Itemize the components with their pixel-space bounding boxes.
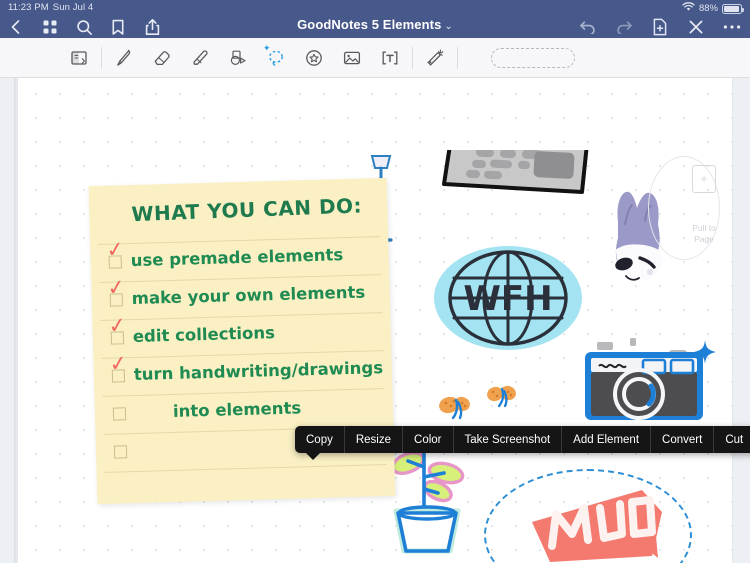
page-canvas[interactable]: WFH bbox=[0, 78, 750, 563]
grid-thumbnails-icon[interactable] bbox=[40, 17, 60, 37]
context-menu-arrow bbox=[305, 452, 321, 460]
redo-icon[interactable] bbox=[614, 17, 634, 37]
status-time: 11:23 PM bbox=[8, 2, 49, 13]
context-add-element[interactable]: Add Element bbox=[562, 426, 651, 453]
sparkle-icon: ✦ bbox=[263, 44, 271, 53]
sticky-note[interactable]: WHAT YOU CAN DO: ✓ use premade elements … bbox=[89, 178, 396, 504]
add-page-icon[interactable] bbox=[650, 17, 670, 37]
tool-toolbar: ✦ bbox=[0, 38, 750, 78]
check-icon: ✓ bbox=[105, 238, 125, 261]
goodnotes-app-window: 11:23 PM Sun Jul 4 88% bbox=[0, 0, 750, 563]
note-item-label: use premade elements bbox=[130, 245, 343, 270]
camera-sticker[interactable] bbox=[581, 336, 709, 434]
context-color[interactable]: Color bbox=[403, 426, 453, 453]
close-icon[interactable] bbox=[686, 17, 706, 37]
highlighter-tool[interactable] bbox=[181, 38, 219, 78]
laptop-sticker[interactable] bbox=[430, 150, 598, 212]
lasso-selection-ellipse[interactable] bbox=[484, 469, 692, 563]
status-bar-left: 11:23 PM Sun Jul 4 bbox=[8, 2, 93, 13]
shapes-tool[interactable] bbox=[219, 38, 257, 78]
checkbox[interactable] bbox=[114, 445, 127, 458]
image-tool[interactable] bbox=[333, 38, 371, 78]
context-resize[interactable]: Resize bbox=[345, 426, 403, 453]
nav-right-icon-group bbox=[578, 17, 742, 37]
wifi-icon bbox=[682, 2, 695, 15]
sparkle-sticker[interactable] bbox=[694, 340, 716, 364]
undo-icon[interactable] bbox=[578, 17, 598, 37]
context-menu: Copy Resize Color Take Screenshot Add El… bbox=[295, 426, 750, 453]
context-copy[interactable]: Copy bbox=[295, 426, 345, 453]
context-convert[interactable]: Convert bbox=[651, 426, 714, 453]
page-title: GoodNotes 5 Elements bbox=[297, 17, 441, 32]
eraser-tool[interactable] bbox=[143, 38, 181, 78]
check-icon: ✓ bbox=[107, 314, 127, 337]
more-options-icon[interactable] bbox=[722, 17, 742, 37]
page-layout-tool[interactable] bbox=[60, 38, 98, 78]
wfh-label: WFH bbox=[463, 279, 552, 319]
butterfly-sticker[interactable] bbox=[486, 384, 520, 412]
butterfly-sticker[interactable] bbox=[438, 394, 476, 424]
note-item-label: edit collections bbox=[133, 323, 276, 346]
notebook-page[interactable]: WFH bbox=[18, 78, 732, 563]
context-cut[interactable]: Cut bbox=[714, 426, 750, 453]
note-item-label: into elements bbox=[173, 398, 302, 421]
elements-tool[interactable] bbox=[295, 38, 333, 78]
bookmark-icon[interactable] bbox=[108, 17, 128, 37]
pen-tool[interactable] bbox=[105, 38, 143, 78]
note-title: WHAT YOU CAN DO: bbox=[131, 193, 363, 226]
context-take-screenshot[interactable]: Take Screenshot bbox=[454, 426, 563, 453]
check-icon: ✓ bbox=[106, 276, 126, 299]
navigation-bar: 11:23 PM Sun Jul 4 88% bbox=[0, 0, 750, 38]
chevron-down-icon[interactable]: ⌄ bbox=[444, 21, 452, 32]
search-icon[interactable] bbox=[74, 17, 94, 37]
wfh-globe-sticker[interactable]: WFH bbox=[432, 244, 584, 352]
text-tool[interactable] bbox=[371, 38, 409, 78]
note-item-label: make your own elements bbox=[132, 283, 366, 309]
magic-wand-tool[interactable] bbox=[416, 38, 454, 78]
selection-placeholder[interactable] bbox=[491, 48, 575, 68]
pull-arc-indicator bbox=[648, 156, 720, 260]
battery-icon bbox=[722, 4, 742, 14]
battery-percent-label: 88% bbox=[699, 3, 718, 14]
nav-left-icon-group bbox=[6, 17, 162, 37]
note-item-label: turn handwriting/drawings bbox=[134, 358, 384, 384]
checkbox[interactable] bbox=[113, 407, 126, 420]
lasso-tool[interactable]: ✦ bbox=[257, 38, 295, 78]
status-date: Sun Jul 4 bbox=[53, 2, 94, 13]
back-icon[interactable] bbox=[6, 17, 26, 37]
share-icon[interactable] bbox=[142, 17, 162, 37]
status-bar-right: 88% bbox=[682, 2, 742, 15]
check-icon: ✓ bbox=[108, 352, 128, 375]
